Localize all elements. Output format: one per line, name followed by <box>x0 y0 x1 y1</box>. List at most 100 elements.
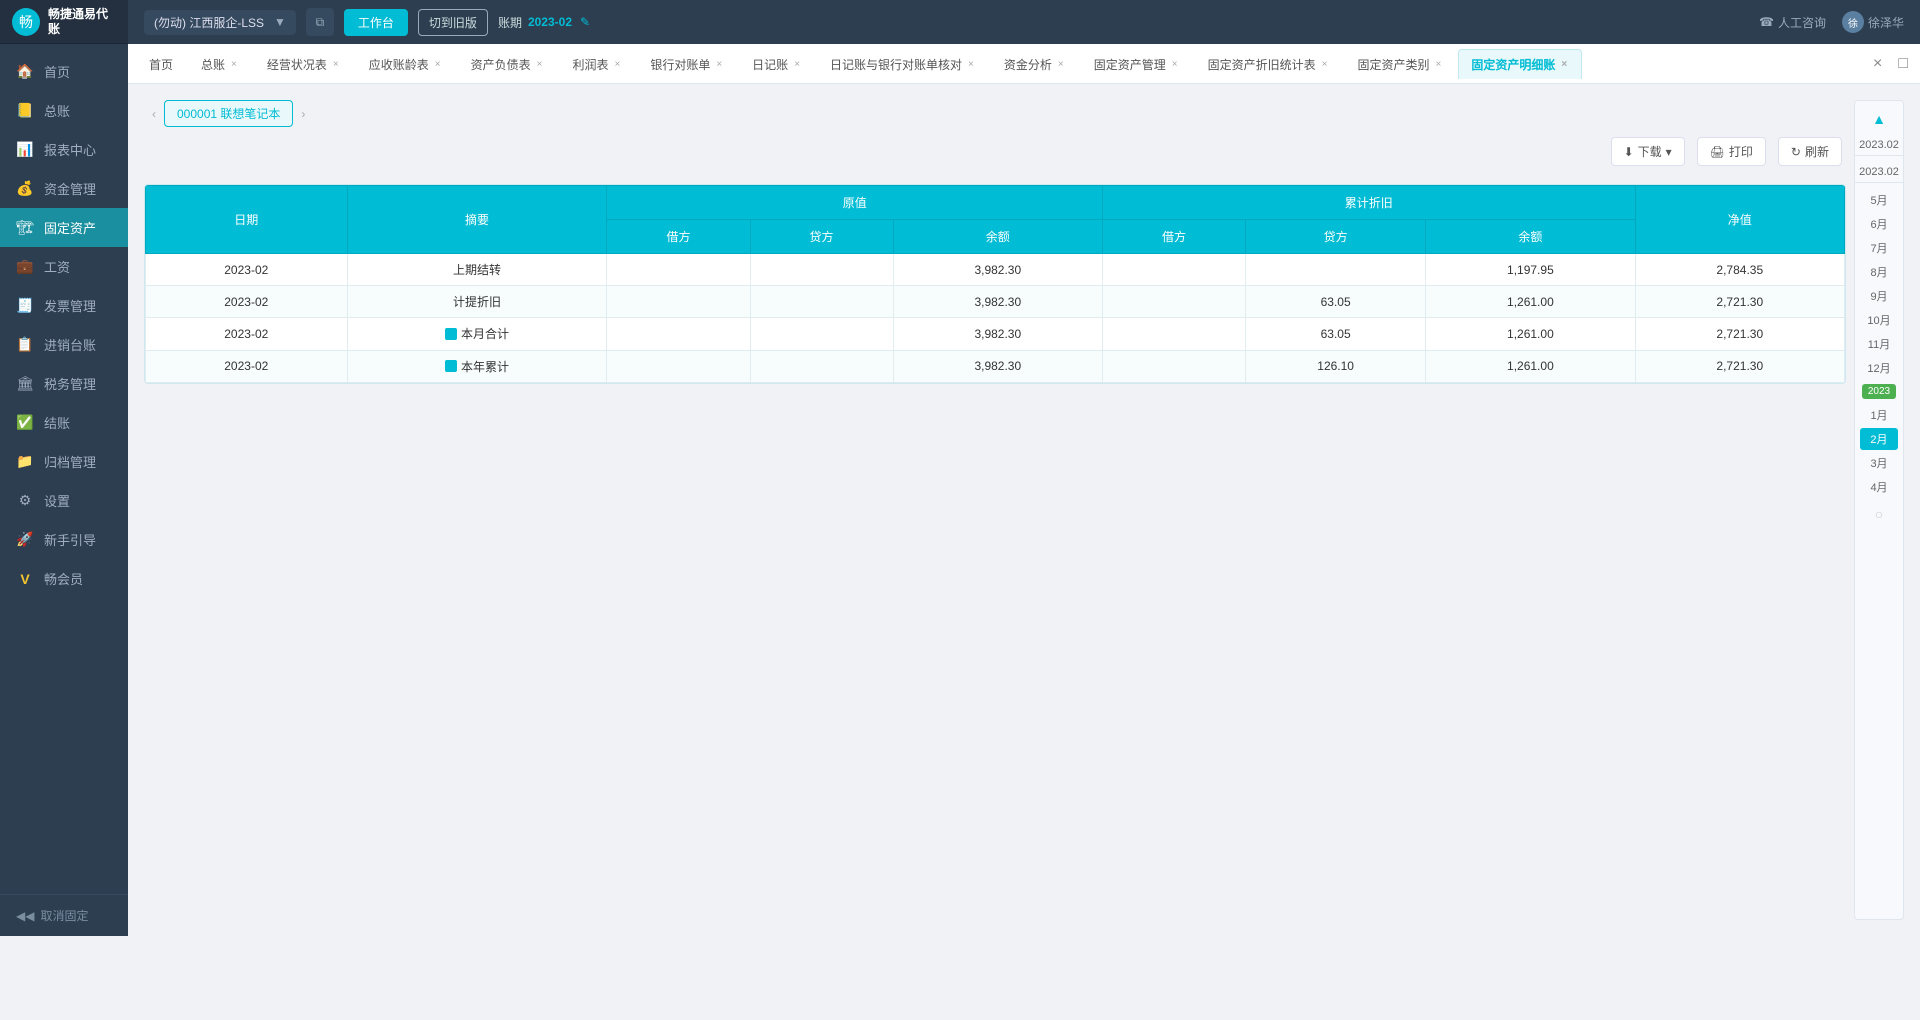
panel-scroll-up[interactable]: ▲ <box>1870 109 1888 129</box>
month-3[interactable]: 3月 <box>1855 452 1903 474</box>
tab-journal-bank-close[interactable]: × <box>966 58 976 71</box>
sidebar-item-closing[interactable]: ✅ 结账 <box>0 403 128 442</box>
subnav-next-arrow[interactable]: › <box>297 103 309 125</box>
sidebar-item-home[interactable]: 🏠 首页 <box>0 52 128 91</box>
tab-asset-mgmt-close[interactable]: × <box>1170 58 1180 71</box>
panel-scroll-down[interactable]: ○ <box>1873 504 1885 524</box>
cell-dep-debit <box>1102 318 1245 351</box>
tab-profit-close[interactable]: × <box>612 58 622 71</box>
subnav-item-asset[interactable]: 000001 联想笔记本 <box>164 100 293 127</box>
month-10[interactable]: 10月 <box>1855 309 1903 331</box>
tab-fund-analysis[interactable]: 资金分析 × <box>991 49 1079 79</box>
current-year-badge: 2023 <box>1862 384 1896 399</box>
user-menu[interactable]: 徐 徐泽华 <box>1842 11 1904 33</box>
tab-asset-detail[interactable]: 固定资产明细账 × <box>1458 49 1582 79</box>
tab-asset-detail-close[interactable]: × <box>1559 58 1569 71</box>
download-button[interactable]: ⬇ 下载 ▾ <box>1611 137 1685 166</box>
sub-navigation: ‹ 000001 联想笔记本 › <box>144 100 1846 127</box>
tab-maximize-button[interactable]: □ <box>1894 53 1912 75</box>
sidebar-item-payroll[interactable]: 💼 工资 <box>0 247 128 286</box>
sidebar-item-settings[interactable]: ⚙ 设置 <box>0 481 128 520</box>
tab-home[interactable]: 首页 <box>136 49 186 79</box>
month-6[interactable]: 6月 <box>1855 213 1903 235</box>
month-8[interactable]: 8月 <box>1855 261 1903 283</box>
sidebar-item-member[interactable]: V 畅会员 <box>0 559 128 598</box>
month-12[interactable]: 12月 <box>1855 357 1903 379</box>
month-1[interactable]: 1月 <box>1855 404 1903 426</box>
tax-icon: 🏛 <box>16 375 34 393</box>
col-orig-debit: 借方 <box>607 220 750 254</box>
subnav-prev-arrow[interactable]: ‹ <box>148 103 160 125</box>
tab-close-all-button[interactable]: × <box>1869 53 1886 75</box>
tab-profit[interactable]: 利润表 × <box>559 49 635 79</box>
sidebar-item-funds[interactable]: 💰 资金管理 <box>0 169 128 208</box>
sidebar-item-fixed-assets[interactable]: 🏗 固定资产 <box>0 208 128 247</box>
tab-asset-category[interactable]: 固定资产类别 × <box>1344 49 1456 79</box>
tab-bar: 首页 总账 × 经营状况表 × 应收账龄表 × 资产负债表 × 利润表 × 银行… <box>128 44 1920 84</box>
payroll-icon: 💼 <box>16 258 34 276</box>
tab-business-close[interactable]: × <box>331 58 341 71</box>
cell-dep-credit: 126.10 <box>1246 350 1426 383</box>
tab-bank-close[interactable]: × <box>714 58 724 71</box>
tab-ledger[interactable]: 总账 × <box>188 49 252 79</box>
tab-balance-close[interactable]: × <box>535 58 545 71</box>
service-button[interactable]: ☎ 人工咨询 <box>1759 14 1826 31</box>
col-original-value: 原值 <box>607 186 1103 220</box>
cell-orig-debit <box>607 254 750 286</box>
company-selector[interactable]: (勿动) 江西服企-LSS ▼ <box>144 10 296 35</box>
tab-home-label: 首页 <box>149 56 173 73</box>
month-7[interactable]: 7月 <box>1855 237 1903 259</box>
copy-button[interactable]: ⧉ <box>306 8 334 36</box>
tab-ledger-close[interactable]: × <box>229 58 239 71</box>
tab-fixed-asset-mgmt[interactable]: 固定资产管理 × <box>1081 49 1193 79</box>
month-11[interactable]: 11月 <box>1855 333 1903 355</box>
sidebar-item-guide[interactable]: 🚀 新手引导 <box>0 520 128 559</box>
tab-journal-bank-check[interactable]: 日记账与银行对账单核对 × <box>817 49 989 79</box>
tab-asset-cat-close[interactable]: × <box>1433 58 1443 71</box>
tab-receivable-close[interactable]: × <box>433 58 443 71</box>
month-2-active[interactable]: 2月 <box>1860 428 1898 450</box>
sidebar-nav: 🏠 首页 📒 总账 📊 报表中心 💰 资金管理 🏗 固定资产 💼 工资 🧾 发票… <box>0 44 128 894</box>
tab-receivable[interactable]: 应收账龄表 × <box>356 49 456 79</box>
main-content: ‹ 000001 联想笔记本 › ⬇ 下载 ▾ 🖨 打印 ↻ 刷新 <box>128 84 1920 936</box>
cell-orig-credit <box>750 318 893 351</box>
table-row: 2023-02 上期结转 3,982.30 1,197.95 2,784.35 <box>146 254 1845 286</box>
tab-balance-label: 资产负债表 <box>471 56 531 73</box>
switch-version-button[interactable]: 切到旧版 <box>418 9 488 36</box>
tab-dep-stats-close[interactable]: × <box>1320 58 1330 71</box>
cell-orig-debit <box>607 350 750 383</box>
tab-journal[interactable]: 日记账 × <box>739 49 815 79</box>
col-date: 日期 <box>146 186 348 254</box>
sidebar-item-invoice[interactable]: 🧾 发票管理 <box>0 286 128 325</box>
sidebar-item-purchase-sales[interactable]: 📋 进销台账 <box>0 325 128 364</box>
sidebar: 畅 畅捷通易代账 🏠 首页 📒 总账 📊 报表中心 💰 资金管理 🏗 固定资产 … <box>0 0 128 936</box>
sidebar-item-archive[interactable]: 📁 归档管理 <box>0 442 128 481</box>
month-4[interactable]: 4月 <box>1855 476 1903 498</box>
tab-balance-sheet[interactable]: 资产负债表 × <box>458 49 558 79</box>
sidebar-item-reports[interactable]: 📊 报表中心 <box>0 130 128 169</box>
month-5[interactable]: 5月 <box>1855 189 1903 211</box>
tab-depreciation-stats[interactable]: 固定资产折旧统计表 × <box>1195 49 1343 79</box>
cell-orig-balance: 3,982.30 <box>893 350 1102 383</box>
cell-net-value: 2,721.30 <box>1635 318 1844 351</box>
sidebar-item-tax[interactable]: 🏛 税务管理 <box>0 364 128 403</box>
sidebar-item-ledger[interactable]: 📒 总账 <box>0 91 128 130</box>
print-button[interactable]: 🖨 打印 <box>1697 137 1766 166</box>
period-edit-icon[interactable]: ✎ <box>580 15 590 29</box>
cell-summary: 本月合计 <box>347 318 607 351</box>
tab-journal-label: 日记账 <box>752 56 788 73</box>
data-table-container: 日期 摘要 原值 累计折旧 净值 借方 贷方 余额 借方 贷方 余额 <box>144 184 1846 384</box>
workspace-button[interactable]: 工作台 <box>344 9 408 36</box>
tab-business-label: 经营状况表 <box>267 56 327 73</box>
tab-business-status[interactable]: 经营状况表 × <box>254 49 354 79</box>
tab-journal-close[interactable]: × <box>792 58 802 71</box>
company-dropdown-icon: ▼ <box>274 15 286 29</box>
app-logo-text: 畅捷通易代账 <box>48 7 116 36</box>
tab-dep-stats-label: 固定资产折旧统计表 <box>1208 56 1316 73</box>
purchase-sales-icon: 📋 <box>16 336 34 354</box>
refresh-button[interactable]: ↻ 刷新 <box>1778 137 1842 166</box>
month-9[interactable]: 9月 <box>1855 285 1903 307</box>
tab-fund-close[interactable]: × <box>1056 58 1066 71</box>
tab-bank-statement[interactable]: 银行对账单 × <box>637 49 737 79</box>
sidebar-unpin[interactable]: ◀◀ 取消固定 <box>0 894 128 936</box>
